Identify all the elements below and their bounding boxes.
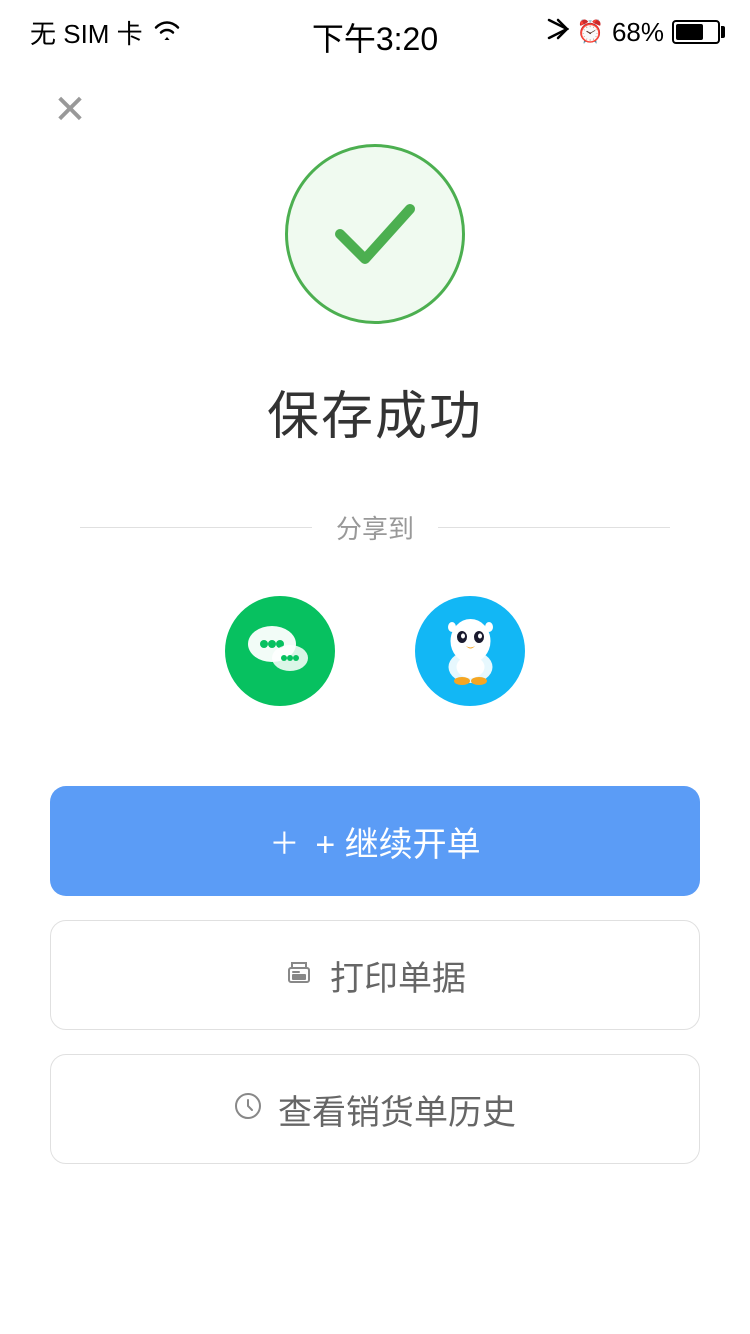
wechat-share-button[interactable] (225, 596, 335, 706)
plus-icon: ＋ (269, 819, 299, 863)
action-buttons: ＋ + 继续开单 打印单据 查看销货单历 (0, 786, 750, 1164)
status-bar-left: 无 SIM 卡 (30, 14, 181, 51)
share-divider: 分享到 (0, 509, 750, 546)
share-icons-container (225, 596, 525, 706)
success-title: 保存成功 (267, 374, 483, 449)
clock-icon (234, 1092, 262, 1127)
status-time: 下午3:20 (312, 14, 438, 60)
continue-button[interactable]: ＋ + 继续开单 (50, 786, 700, 896)
printer-icon (284, 958, 314, 993)
success-circle (285, 144, 465, 324)
carrier-text: 无 SIM 卡 (30, 14, 143, 51)
close-icon: ✕ (53, 90, 87, 130)
status-bar-right: ⏰ 68% (547, 17, 720, 48)
wifi-icon (153, 17, 181, 48)
location-icon (547, 18, 569, 47)
main-content: 保存成功 分享到 (0, 64, 750, 1164)
checkmark-icon (330, 199, 420, 269)
wechat-icon (246, 622, 314, 680)
battery-icon (672, 20, 720, 44)
continue-button-label: + 继续开单 (315, 817, 480, 866)
close-button[interactable]: ✕ (40, 80, 100, 140)
battery-percentage: 68% (612, 17, 664, 48)
divider-line-right (438, 527, 670, 528)
qq-share-button[interactable] (415, 596, 525, 706)
status-bar: 无 SIM 卡 下午3:20 ⏰ 68% (0, 0, 750, 64)
alarm-icon: ⏰ (577, 19, 604, 45)
print-button[interactable]: 打印单据 (50, 920, 700, 1030)
share-label: 分享到 (312, 509, 438, 546)
qq-icon (438, 615, 503, 687)
print-button-label: 打印单据 (330, 951, 466, 1000)
divider-line-left (80, 527, 312, 528)
history-button-label: 查看销货单历史 (278, 1085, 516, 1134)
history-button[interactable]: 查看销货单历史 (50, 1054, 700, 1164)
